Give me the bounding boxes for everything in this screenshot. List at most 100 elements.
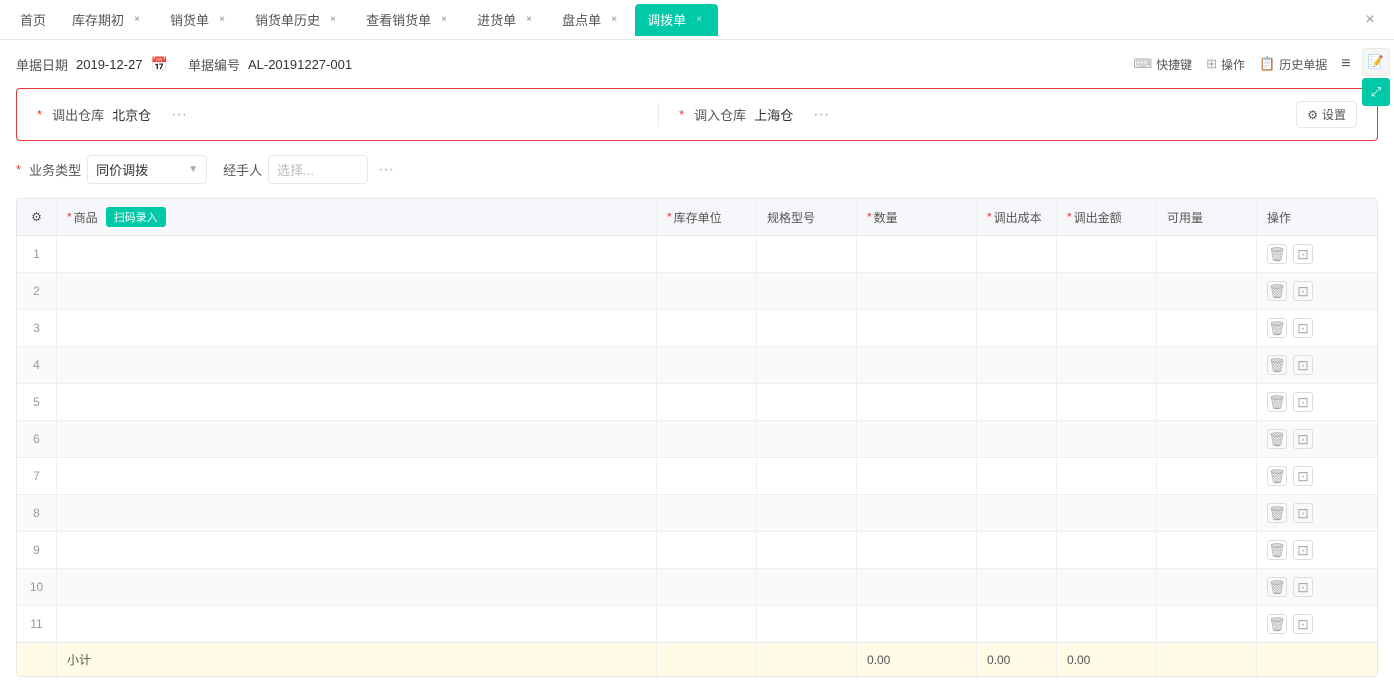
row-available-7[interactable]	[1157, 458, 1257, 494]
row-amount-8[interactable]	[1057, 495, 1157, 531]
out-warehouse-value[interactable]: 北京仓	[112, 105, 151, 124]
tab-purchase-order-close[interactable]: ×	[522, 13, 536, 27]
delete-icon-7[interactable]: 🗑	[1267, 466, 1287, 486]
row-amount-7[interactable]	[1057, 458, 1157, 494]
tab-view-sales-close[interactable]: ×	[437, 13, 451, 27]
row-unit-7[interactable]	[657, 458, 757, 494]
row-available-4[interactable]	[1157, 347, 1257, 383]
copy-icon-2[interactable]: ⊡	[1293, 281, 1313, 301]
business-type-select[interactable]: 同价调拨 ▼	[87, 155, 207, 184]
row-available-2[interactable]	[1157, 273, 1257, 309]
tab-purchase-order[interactable]: 进货单 ×	[465, 4, 548, 36]
row-amount-3[interactable]	[1057, 310, 1157, 346]
row-product-10[interactable]	[57, 569, 657, 605]
row-available-8[interactable]	[1157, 495, 1257, 531]
copy-icon-9[interactable]: ⊡	[1293, 540, 1313, 560]
row-unit-9[interactable]	[657, 532, 757, 568]
delete-icon-6[interactable]: 🗑	[1267, 429, 1287, 449]
row-unit-10[interactable]	[657, 569, 757, 605]
copy-icon-4[interactable]: ⊡	[1293, 355, 1313, 375]
row-spec-4[interactable]	[757, 347, 857, 383]
row-cost-2[interactable]	[977, 273, 1057, 309]
tab-inventory-init-close[interactable]: ×	[130, 13, 144, 27]
row-unit-3[interactable]	[657, 310, 757, 346]
row-product-8[interactable]	[57, 495, 657, 531]
delete-icon-5[interactable]: 🗑	[1267, 392, 1287, 412]
in-warehouse-value[interactable]: 上海仓	[754, 105, 793, 124]
tab-home[interactable]: 首页	[8, 4, 58, 36]
tab-inventory-count[interactable]: 盘点单 ×	[550, 4, 633, 36]
copy-icon-3[interactable]: ⊡	[1293, 318, 1313, 338]
row-unit-2[interactable]	[657, 273, 757, 309]
row-unit-8[interactable]	[657, 495, 757, 531]
delete-icon-11[interactable]: 🗑	[1267, 614, 1287, 634]
row-qty-7[interactable]	[857, 458, 977, 494]
row-amount-6[interactable]	[1057, 421, 1157, 457]
row-spec-1[interactable]	[757, 236, 857, 272]
row-cost-1[interactable]	[977, 236, 1057, 272]
row-spec-2[interactable]	[757, 273, 857, 309]
scan-button[interactable]: 扫码录入	[106, 207, 166, 227]
tab-sales-order-close[interactable]: ×	[215, 13, 229, 27]
row-amount-11[interactable]	[1057, 606, 1157, 642]
delete-icon-3[interactable]: 🗑	[1267, 318, 1287, 338]
row-qty-9[interactable]	[857, 532, 977, 568]
row-product-3[interactable]	[57, 310, 657, 346]
row-product-7[interactable]	[57, 458, 657, 494]
row-available-5[interactable]	[1157, 384, 1257, 420]
row-available-10[interactable]	[1157, 569, 1257, 605]
copy-icon-10[interactable]: ⊡	[1293, 577, 1313, 597]
row-amount-9[interactable]	[1057, 532, 1157, 568]
handler-more[interactable]: ···	[378, 161, 394, 179]
row-spec-8[interactable]	[757, 495, 857, 531]
row-product-4[interactable]	[57, 347, 657, 383]
delete-icon-8[interactable]: 🗑	[1267, 503, 1287, 523]
row-cost-5[interactable]	[977, 384, 1057, 420]
sidebar-expand-button[interactable]: ⤢	[1362, 78, 1390, 106]
row-product-5[interactable]	[57, 384, 657, 420]
tab-sales-history-close[interactable]: ×	[326, 13, 340, 27]
row-amount-10[interactable]	[1057, 569, 1157, 605]
row-cost-9[interactable]	[977, 532, 1057, 568]
row-qty-3[interactable]	[857, 310, 977, 346]
row-cost-3[interactable]	[977, 310, 1057, 346]
row-qty-10[interactable]	[857, 569, 977, 605]
operations-button[interactable]: ⊞ 操作	[1206, 56, 1245, 73]
row-spec-11[interactable]	[757, 606, 857, 642]
row-available-6[interactable]	[1157, 421, 1257, 457]
delete-icon-10[interactable]: 🗑	[1267, 577, 1287, 597]
tab-transfer-order-close[interactable]: ×	[692, 13, 706, 27]
close-app-button[interactable]: ×	[1354, 4, 1386, 36]
th-gear[interactable]: ⚙	[17, 199, 57, 235]
row-spec-5[interactable]	[757, 384, 857, 420]
row-cost-7[interactable]	[977, 458, 1057, 494]
tab-inventory-init[interactable]: 库存期初 ×	[60, 4, 156, 36]
tab-sales-order[interactable]: 销货单 ×	[158, 4, 241, 36]
row-amount-1[interactable]	[1057, 236, 1157, 272]
sidebar-notes-button[interactable]: 📝	[1362, 48, 1390, 76]
history-button[interactable]: 📋 历史单据	[1259, 56, 1327, 73]
row-product-6[interactable]	[57, 421, 657, 457]
delete-icon-9[interactable]: 🗑	[1267, 540, 1287, 560]
row-available-3[interactable]	[1157, 310, 1257, 346]
row-amount-2[interactable]	[1057, 273, 1157, 309]
row-product-9[interactable]	[57, 532, 657, 568]
copy-icon-6[interactable]: ⊡	[1293, 429, 1313, 449]
row-cost-6[interactable]	[977, 421, 1057, 457]
row-qty-6[interactable]	[857, 421, 977, 457]
tab-sales-history[interactable]: 销货单历史 ×	[243, 4, 352, 36]
row-available-9[interactable]	[1157, 532, 1257, 568]
row-amount-5[interactable]	[1057, 384, 1157, 420]
row-product-2[interactable]	[57, 273, 657, 309]
row-cost-4[interactable]	[977, 347, 1057, 383]
row-spec-7[interactable]	[757, 458, 857, 494]
row-qty-5[interactable]	[857, 384, 977, 420]
row-product-1[interactable]	[57, 236, 657, 272]
shortcuts-button[interactable]: ⌨ 快捷键	[1133, 56, 1192, 73]
row-qty-4[interactable]	[857, 347, 977, 383]
row-qty-11[interactable]	[857, 606, 977, 642]
row-unit-4[interactable]	[657, 347, 757, 383]
copy-icon-1[interactable]: ⊡	[1293, 244, 1313, 264]
delete-icon-1[interactable]: 🗑	[1267, 244, 1287, 264]
row-available-1[interactable]	[1157, 236, 1257, 272]
